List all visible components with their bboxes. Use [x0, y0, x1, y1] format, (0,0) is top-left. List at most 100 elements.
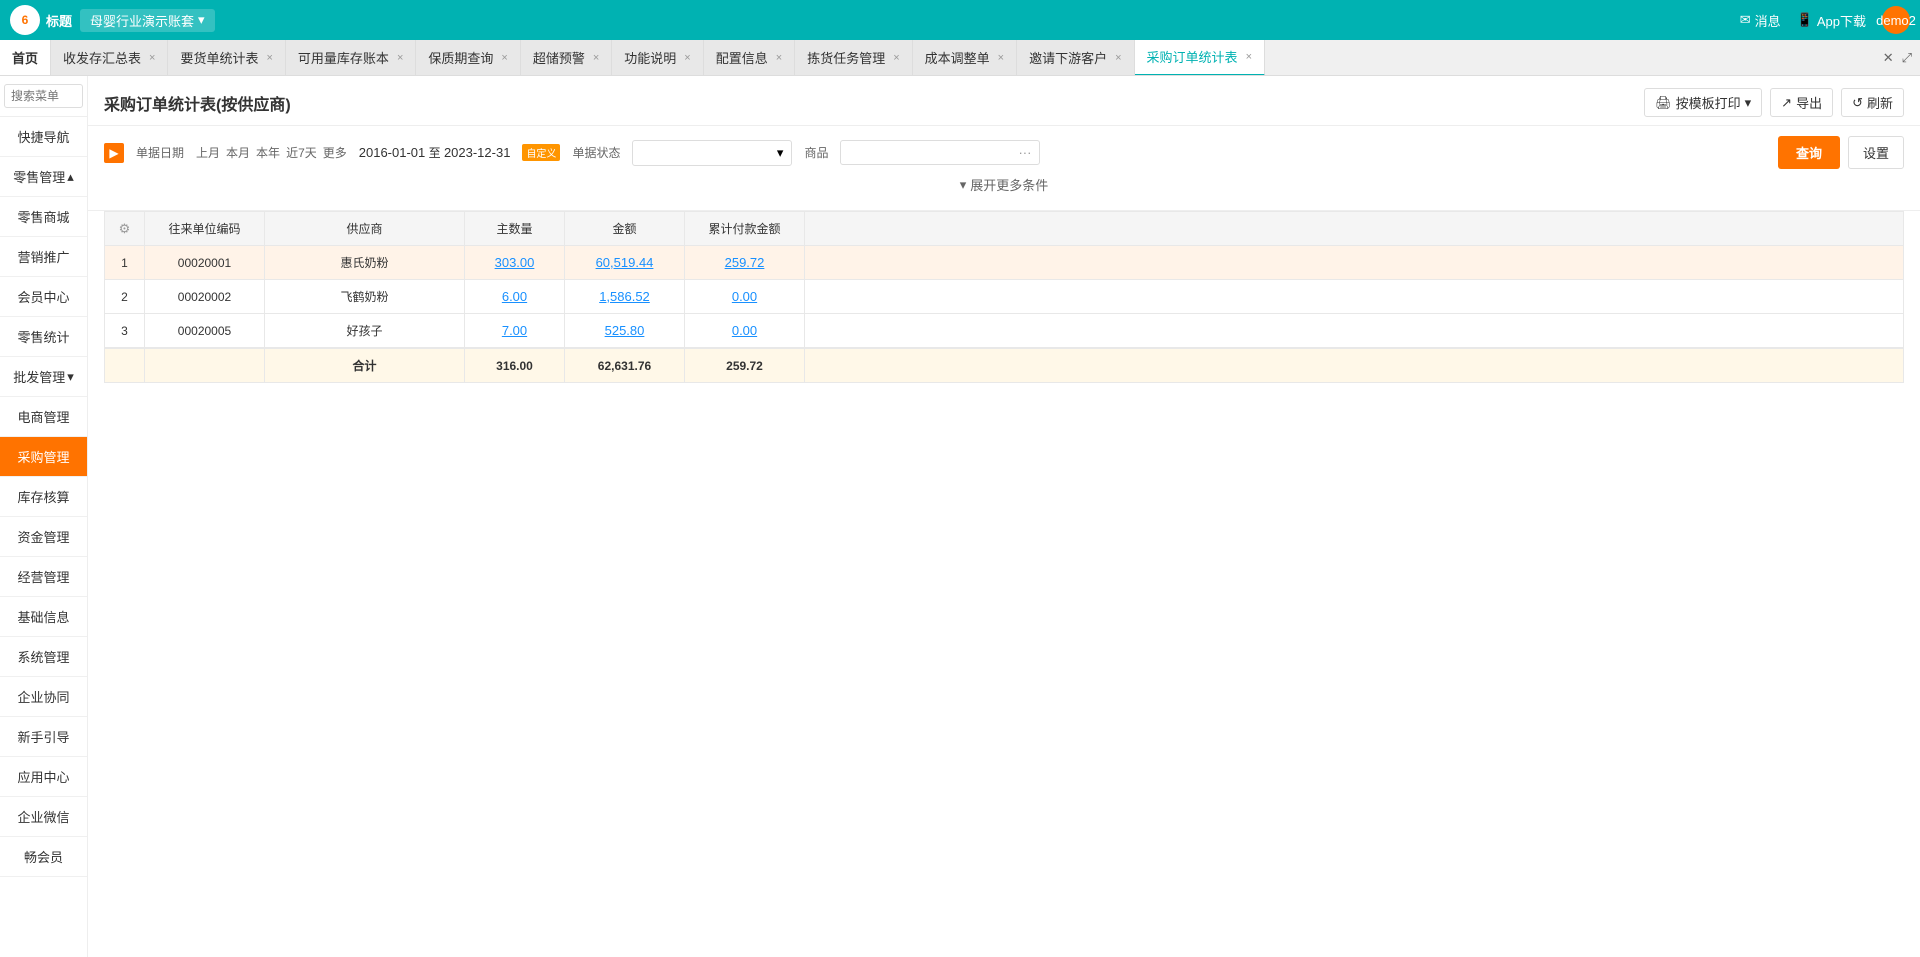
tab-gongneng[interactable]: 功能说明 ×: [612, 40, 703, 76]
tab-chengben[interactable]: 成本调整单 ×: [913, 40, 1017, 76]
sidebar-enterprise-label: 企业协同: [17, 690, 69, 705]
cell-amount: 60,519.44: [565, 246, 685, 280]
chevron-down-icon: ▾: [1745, 95, 1752, 111]
shortcut-more[interactable]: 更多: [323, 144, 347, 161]
table-row[interactable]: 1 00020001 惠氏奶粉 303.00 60,519.44 259.72: [105, 246, 1904, 280]
print-button[interactable]: 🖨 按模板打印 ▾: [1644, 88, 1762, 117]
refresh-button[interactable]: ↺ 刷新: [1841, 88, 1904, 117]
tab-tuohuo-close[interactable]: ×: [893, 52, 899, 64]
sidebar-item-system[interactable]: 系统管理: [0, 637, 87, 677]
cell-code: 00020005: [145, 314, 265, 349]
tab-yaoqing-close[interactable]: ×: [1115, 52, 1121, 64]
cell-qty: 6.00: [465, 280, 565, 314]
tab-caigou[interactable]: 采购订单统计表 ×: [1135, 40, 1265, 76]
gear-icon[interactable]: ⚙: [119, 221, 131, 236]
tab-tuohuo-label: 拣货任务管理: [807, 48, 885, 67]
search-input[interactable]: [4, 84, 83, 108]
tab-caigou-close[interactable]: ×: [1246, 51, 1252, 63]
sidebar-item-newbie[interactable]: 新手引导: [0, 717, 87, 757]
tab-baozhiqi[interactable]: 保质期查询 ×: [416, 40, 520, 76]
col-header-code: 往来单位编码: [145, 212, 265, 246]
table-row[interactable]: 3 00020005 好孩子 7.00 525.80 0.00: [105, 314, 1904, 349]
status-select[interactable]: ▾: [632, 140, 792, 166]
sidebar-item-operations[interactable]: 经营管理: [0, 557, 87, 597]
sidebar-system-label: 系统管理: [17, 650, 69, 665]
shortcut-last-month[interactable]: 上月: [196, 144, 220, 161]
chevron-down-icon: ▾: [67, 369, 74, 385]
chevron-down-icon: ▴: [67, 169, 74, 185]
goods-input-dots[interactable]: ···: [1018, 145, 1031, 160]
expand-more-button[interactable]: ▾ 展开更多条件: [104, 169, 1904, 200]
tab-tuohuo[interactable]: 拣货任务管理 ×: [795, 40, 912, 76]
date-shortcuts: 上月 本月 本年 近7天 更多: [196, 144, 347, 161]
custom-badge: 自定义: [522, 144, 560, 161]
sidebar-item-marketing[interactable]: 营销推广: [0, 237, 87, 277]
tab-chaochubao[interactable]: 超储预警 ×: [521, 40, 612, 76]
col-header-extra: [805, 212, 1904, 246]
settings-button[interactable]: 设置: [1848, 136, 1904, 169]
sidebar-item-ecommerce[interactable]: 电商管理: [0, 397, 87, 437]
sidebar-retail-stats-label: 零售统计: [17, 330, 69, 345]
sidebar-item-apps[interactable]: 应用中心: [0, 757, 87, 797]
tab-shoufa-close[interactable]: ×: [149, 52, 155, 64]
tab-yaoqing[interactable]: 邀请下游客户 ×: [1017, 40, 1134, 76]
shortcut-this-year[interactable]: 本年: [256, 144, 280, 161]
tab-kucun-label: 可用量库存账本: [298, 48, 389, 67]
app-download-button[interactable]: 📱 App下载: [1797, 11, 1866, 30]
tab-gongneng-close[interactable]: ×: [684, 52, 690, 64]
shortcut-7days[interactable]: 近7天: [286, 144, 317, 161]
org-selector[interactable]: 母婴行业演示账套 ▾: [80, 9, 215, 32]
sidebar-newbie-label: 新手引导: [17, 730, 69, 745]
sidebar-item-enterprise[interactable]: 企业协同: [0, 677, 87, 717]
tab-yaohuo-close[interactable]: ×: [266, 52, 272, 64]
tab-peizhi-close[interactable]: ×: [776, 52, 782, 64]
filter-toggle-button[interactable]: ▶: [104, 143, 124, 163]
sidebar-item-retail-mgmt[interactable]: 零售管理 ▴: [0, 157, 87, 197]
sidebar-item-purchase[interactable]: 采购管理: [0, 437, 87, 477]
cell-supplier: 好孩子: [265, 314, 465, 349]
filter-row-1: ▶ 单据日期 上月 本月 本年 近7天 更多 2016-01-01 至 2023…: [104, 136, 1904, 169]
sidebar-item-inventory[interactable]: 库存核算: [0, 477, 87, 517]
message-button[interactable]: ✉ 消息: [1740, 11, 1781, 30]
sidebar-item-basic-info[interactable]: 基础信息: [0, 597, 87, 637]
tab-kucun-close[interactable]: ×: [397, 52, 403, 64]
col-header-supplier: 供应商: [265, 212, 465, 246]
sidebar-item-vip[interactable]: 畅会员: [0, 837, 87, 877]
cell-num: 3: [105, 314, 145, 349]
tab-kucun[interactable]: 可用量库存账本 ×: [286, 40, 416, 76]
tab-yaohuo[interactable]: 要货单统计表 ×: [168, 40, 285, 76]
sidebar-wholesale-label: 批发管理: [13, 367, 65, 386]
export-button[interactable]: ↗ 导出: [1770, 88, 1833, 117]
logo-icon: 6: [10, 5, 40, 35]
sidebar-item-quicknav[interactable]: 快捷导航: [0, 117, 87, 157]
tab-close-all-icon[interactable]: ✕: [1883, 50, 1894, 66]
sidebar-item-wechat[interactable]: 企业微信: [0, 797, 87, 837]
tab-baozhiqi-close[interactable]: ×: [501, 52, 507, 64]
tab-peizhi[interactable]: 配置信息 ×: [704, 40, 795, 76]
sidebar-apps-label: 应用中心: [17, 770, 69, 785]
query-button[interactable]: 查询: [1778, 136, 1840, 169]
sidebar-finance-label: 资金管理: [17, 530, 69, 545]
tab-expand-icon[interactable]: ⤢: [1902, 50, 1912, 66]
cell-qty: 7.00: [465, 314, 565, 349]
tab-chengben-label: 成本调整单: [925, 48, 990, 67]
shortcut-this-month[interactable]: 本月: [226, 144, 250, 161]
tab-chengben-close[interactable]: ×: [998, 52, 1004, 64]
footer-paid: 259.72: [685, 348, 805, 383]
cell-code: 00020001: [145, 246, 265, 280]
tab-home[interactable]: 首页: [0, 40, 51, 76]
sidebar-item-retail-stats[interactable]: 零售统计: [0, 317, 87, 357]
goods-input[interactable]: ···: [840, 140, 1040, 165]
tab-shoufa[interactable]: 收发存汇总表 ×: [51, 40, 168, 76]
sidebar-item-wholesale[interactable]: 批发管理 ▾: [0, 357, 87, 397]
data-table: ⚙ 往来单位编码 供应商 主数量 金额 累计付款金额 1 00020001: [104, 211, 1904, 383]
footer-qty: 316.00: [465, 348, 565, 383]
page-title: 采购订单统计表(按供应商): [104, 91, 291, 115]
tab-chaochubao-close[interactable]: ×: [593, 52, 599, 64]
sidebar-item-retail-mall[interactable]: 零售商城: [0, 197, 87, 237]
cell-qty: 303.00: [465, 246, 565, 280]
table-row[interactable]: 2 00020002 飞鹤奶粉 6.00 1,586.52 0.00: [105, 280, 1904, 314]
avatar[interactable]: demo2: [1882, 6, 1910, 34]
sidebar-item-finance[interactable]: 资金管理: [0, 517, 87, 557]
sidebar-item-member[interactable]: 会员中心: [0, 277, 87, 317]
